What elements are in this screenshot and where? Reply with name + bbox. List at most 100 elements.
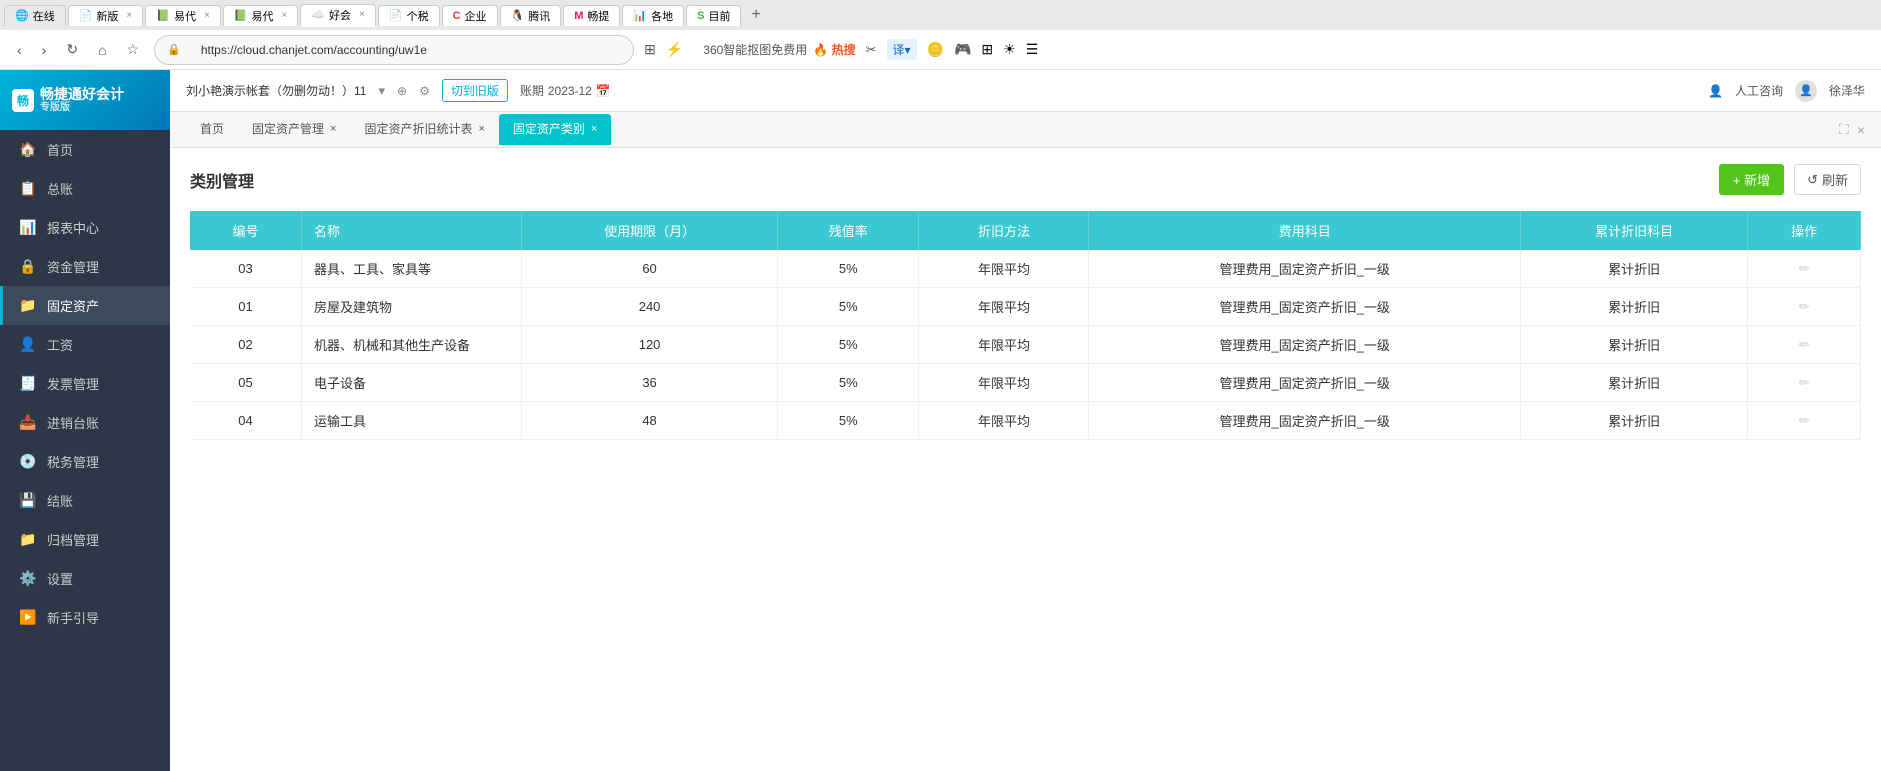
header-username: 徐泽华 xyxy=(1829,82,1865,99)
sidebar-item-guide[interactable]: ▶️ 新手引导 xyxy=(0,598,170,637)
cell-ops[interactable]: ✏ xyxy=(1748,250,1861,288)
cell-residual: 5% xyxy=(778,364,919,402)
sidebar-item-ledger[interactable]: 📋 总账 xyxy=(0,169,170,208)
support-label[interactable]: 人工咨询 xyxy=(1735,82,1783,99)
sidebar-item-label: 资金管理 xyxy=(47,257,99,276)
tab-label: 固定资产折旧统计表 xyxy=(364,120,472,137)
cell-months: 240 xyxy=(522,288,778,326)
edit-icon[interactable]: ✏ xyxy=(1799,413,1810,428)
cell-name: 电子设备 xyxy=(302,364,522,402)
cell-residual: 5% xyxy=(778,250,919,288)
cell-expense: 管理费用_固定资产折旧_一级 xyxy=(1089,364,1521,402)
user-dropdown-icon[interactable]: ▾ xyxy=(378,83,385,99)
tab-home[interactable]: 首页 xyxy=(186,114,238,145)
url-input[interactable] xyxy=(187,39,621,61)
hot-label[interactable]: 🔥 热搜 xyxy=(813,41,855,58)
forward-button[interactable]: › xyxy=(37,40,52,60)
edit-icon[interactable]: ✏ xyxy=(1799,299,1810,314)
translate-icon[interactable]: 译▾ xyxy=(887,39,917,60)
browser-tab-xinban[interactable]: 📄 新版 × xyxy=(68,5,144,26)
sidebar-item-label: 新手引导 xyxy=(47,608,99,627)
sidebar-item-payroll[interactable]: 👤 工资 xyxy=(0,325,170,364)
browser-tab-changti[interactable]: M 畅提 xyxy=(563,5,620,26)
cell-months: 36 xyxy=(522,364,778,402)
tab-fixed-mgmt[interactable]: 固定资产管理 × xyxy=(238,114,350,145)
tabs-bar: 首页 固定资产管理 × 固定资产折旧统计表 × 固定资产类别 × ⛶ × xyxy=(170,112,1881,148)
col-id: 编号 xyxy=(190,211,302,250)
game-icon: 🎮 xyxy=(954,41,971,58)
browser-tab-tencent[interactable]: 🐧 腾讯 xyxy=(500,5,562,26)
sidebar-item-invoice[interactable]: 🧾 发票管理 xyxy=(0,364,170,403)
cell-months: 48 xyxy=(522,402,778,440)
menu-icon[interactable]: ☰ xyxy=(1026,41,1039,58)
settings-icon: ⚙️ xyxy=(19,570,37,587)
tab-close-icon[interactable]: × xyxy=(591,123,597,135)
edit-icon[interactable]: ✏ xyxy=(1799,261,1810,276)
tab-depreciation[interactable]: 固定资产折旧统计表 × xyxy=(350,114,498,145)
cell-method: 年限平均 xyxy=(919,364,1089,402)
star-button[interactable]: ☆ xyxy=(122,39,145,60)
browser-tab-zaixian[interactable]: 🌐 在线 xyxy=(4,5,66,26)
sidebar-item-archive[interactable]: 📁 归档管理 xyxy=(0,520,170,559)
header-user: 刘小艳演示帐套（勿删勿动！）11 xyxy=(186,82,366,99)
action-buttons: + 新增 ↺ 刷新 xyxy=(1719,164,1861,195)
switch-version-button[interactable]: 切到旧版 xyxy=(442,79,508,102)
search-area: 360智能抠图免费用 🔥 热搜 xyxy=(703,41,855,58)
browser-tab-yidai2[interactable]: 📗 易代 × xyxy=(223,5,299,26)
refresh-button[interactable]: ↺ 刷新 xyxy=(1794,164,1861,195)
browser-tab-geshuei[interactable]: 📄 个税 xyxy=(378,5,440,26)
sidebar-item-tax[interactable]: 💿 税务管理 xyxy=(0,442,170,481)
fixed-assets-icon: 📁 xyxy=(19,297,37,314)
edit-icon[interactable]: ✏ xyxy=(1799,337,1810,352)
sidebar-item-closing[interactable]: 💾 结账 xyxy=(0,481,170,520)
user-actions-icon[interactable]: ⊕ xyxy=(397,84,407,98)
col-accum: 累计折旧科目 xyxy=(1520,211,1747,250)
cell-ops[interactable]: ✏ xyxy=(1748,364,1861,402)
sidebar-item-reports[interactable]: 📊 报表中心 xyxy=(0,208,170,247)
maximize-icon[interactable]: ⛶ xyxy=(1839,121,1849,138)
close-content-icon[interactable]: × xyxy=(1857,122,1865,138)
avatar: 👤 xyxy=(1795,80,1817,102)
period-value: 2023-12 xyxy=(548,84,592,98)
sidebar-item-settings[interactable]: ⚙️ 设置 xyxy=(0,559,170,598)
col-residual: 残值率 xyxy=(778,211,919,250)
calendar-icon[interactable]: 📅 xyxy=(596,84,611,98)
browser-tab-yidai1[interactable]: 📗 易代 × xyxy=(145,5,221,26)
new-tab-btn[interactable]: + xyxy=(743,6,768,24)
user-settings-icon[interactable]: ⚙ xyxy=(419,84,430,98)
sidebar-item-funds[interactable]: 🔒 资金管理 xyxy=(0,247,170,286)
browser-tab-gedi[interactable]: 📊 各地 xyxy=(622,5,684,26)
sidebar-item-label: 首页 xyxy=(47,140,73,159)
inventory-icon: 📥 xyxy=(19,414,37,431)
back-button[interactable]: ‹ xyxy=(12,40,27,60)
cell-ops[interactable]: ✏ xyxy=(1748,288,1861,326)
tab-close-icon[interactable]: × xyxy=(330,123,336,135)
edit-icon[interactable]: ✏ xyxy=(1799,375,1810,390)
browser-tab-qiye[interactable]: C 企业 xyxy=(442,5,498,26)
sidebar-item-home[interactable]: 🏠 首页 xyxy=(0,130,170,169)
table-row: 05 电子设备 36 5% 年限平均 管理费用_固定资产折旧_一级 累计折旧 ✏ xyxy=(190,364,1861,402)
cell-residual: 5% xyxy=(778,288,919,326)
add-button[interactable]: + 新增 xyxy=(1719,164,1784,195)
tab-close-icon[interactable]: × xyxy=(478,123,484,135)
browser-tab-muqian[interactable]: S 目前 xyxy=(686,5,741,26)
cell-ops[interactable]: ✏ xyxy=(1748,326,1861,364)
cell-ops[interactable]: ✏ xyxy=(1748,402,1861,440)
home-button[interactable]: ⌂ xyxy=(93,40,111,60)
coin-icon: 🪙 xyxy=(927,41,944,58)
browser-tab-haohui[interactable]: ☁️ 好会 × xyxy=(300,4,376,27)
refresh-icon: ↺ xyxy=(1807,172,1818,188)
cell-accum: 累计折旧 xyxy=(1520,326,1747,364)
cell-residual: 5% xyxy=(778,326,919,364)
sidebar-item-inventory[interactable]: 📥 进销台账 xyxy=(0,403,170,442)
period-label: 账期 xyxy=(520,82,544,99)
col-name: 名称 xyxy=(302,211,522,250)
ledger-icon: 📋 xyxy=(19,180,37,197)
header-right: 👤 人工咨询 👤 徐泽华 xyxy=(1708,80,1865,102)
sidebar-item-label: 税务管理 xyxy=(47,452,99,471)
sidebar-item-fixed-assets[interactable]: 📁 固定资产 xyxy=(0,286,170,325)
grid-icon[interactable]: ⊞ xyxy=(981,41,993,58)
tab-category[interactable]: 固定资产类别 × xyxy=(499,114,611,145)
funds-icon: 🔒 xyxy=(19,258,37,275)
reload-button[interactable]: ↻ xyxy=(61,39,83,60)
